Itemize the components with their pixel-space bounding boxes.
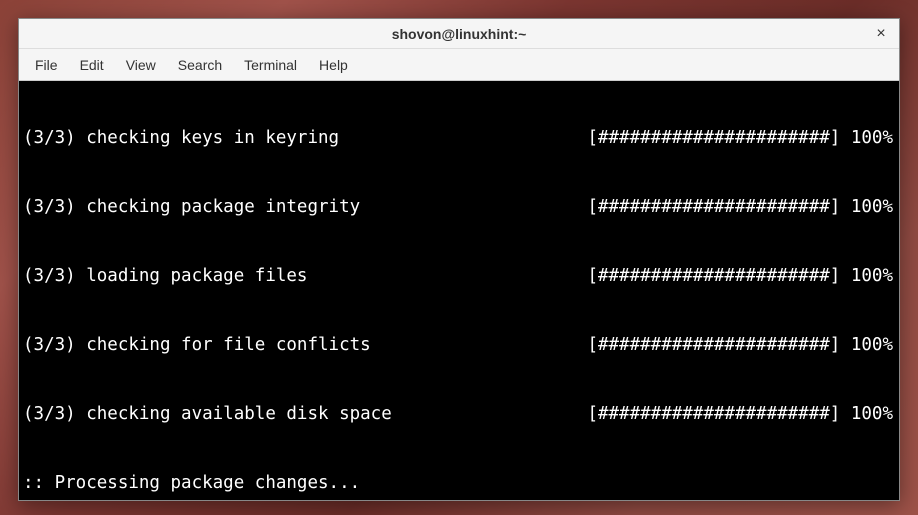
menu-edit[interactable]: Edit <box>70 53 114 77</box>
output-line: (3/3) checking keys in keyring[#########… <box>23 127 895 150</box>
output-line: (3/3) checking available disk space[####… <box>23 403 895 426</box>
output-line: (3/3) loading package files[############… <box>23 265 895 288</box>
menu-terminal[interactable]: Terminal <box>234 53 307 77</box>
menu-search[interactable]: Search <box>168 53 232 77</box>
window-title: shovon@linuxhint:~ <box>392 26 527 42</box>
output-line: (3/3) checking package integrity[#######… <box>23 196 895 219</box>
menu-help[interactable]: Help <box>309 53 358 77</box>
menu-file[interactable]: File <box>25 53 68 77</box>
close-icon[interactable]: × <box>871 24 891 44</box>
terminal-output[interactable]: (3/3) checking keys in keyring[#########… <box>19 81 899 500</box>
output-line: :: Processing package changes... <box>23 472 895 495</box>
menubar: File Edit View Search Terminal Help <box>19 49 899 81</box>
titlebar: shovon@linuxhint:~ × <box>19 19 899 49</box>
output-line: (3/3) checking for file conflicts[######… <box>23 334 895 357</box>
terminal-window: shovon@linuxhint:~ × File Edit View Sear… <box>18 18 900 501</box>
menu-view[interactable]: View <box>116 53 166 77</box>
